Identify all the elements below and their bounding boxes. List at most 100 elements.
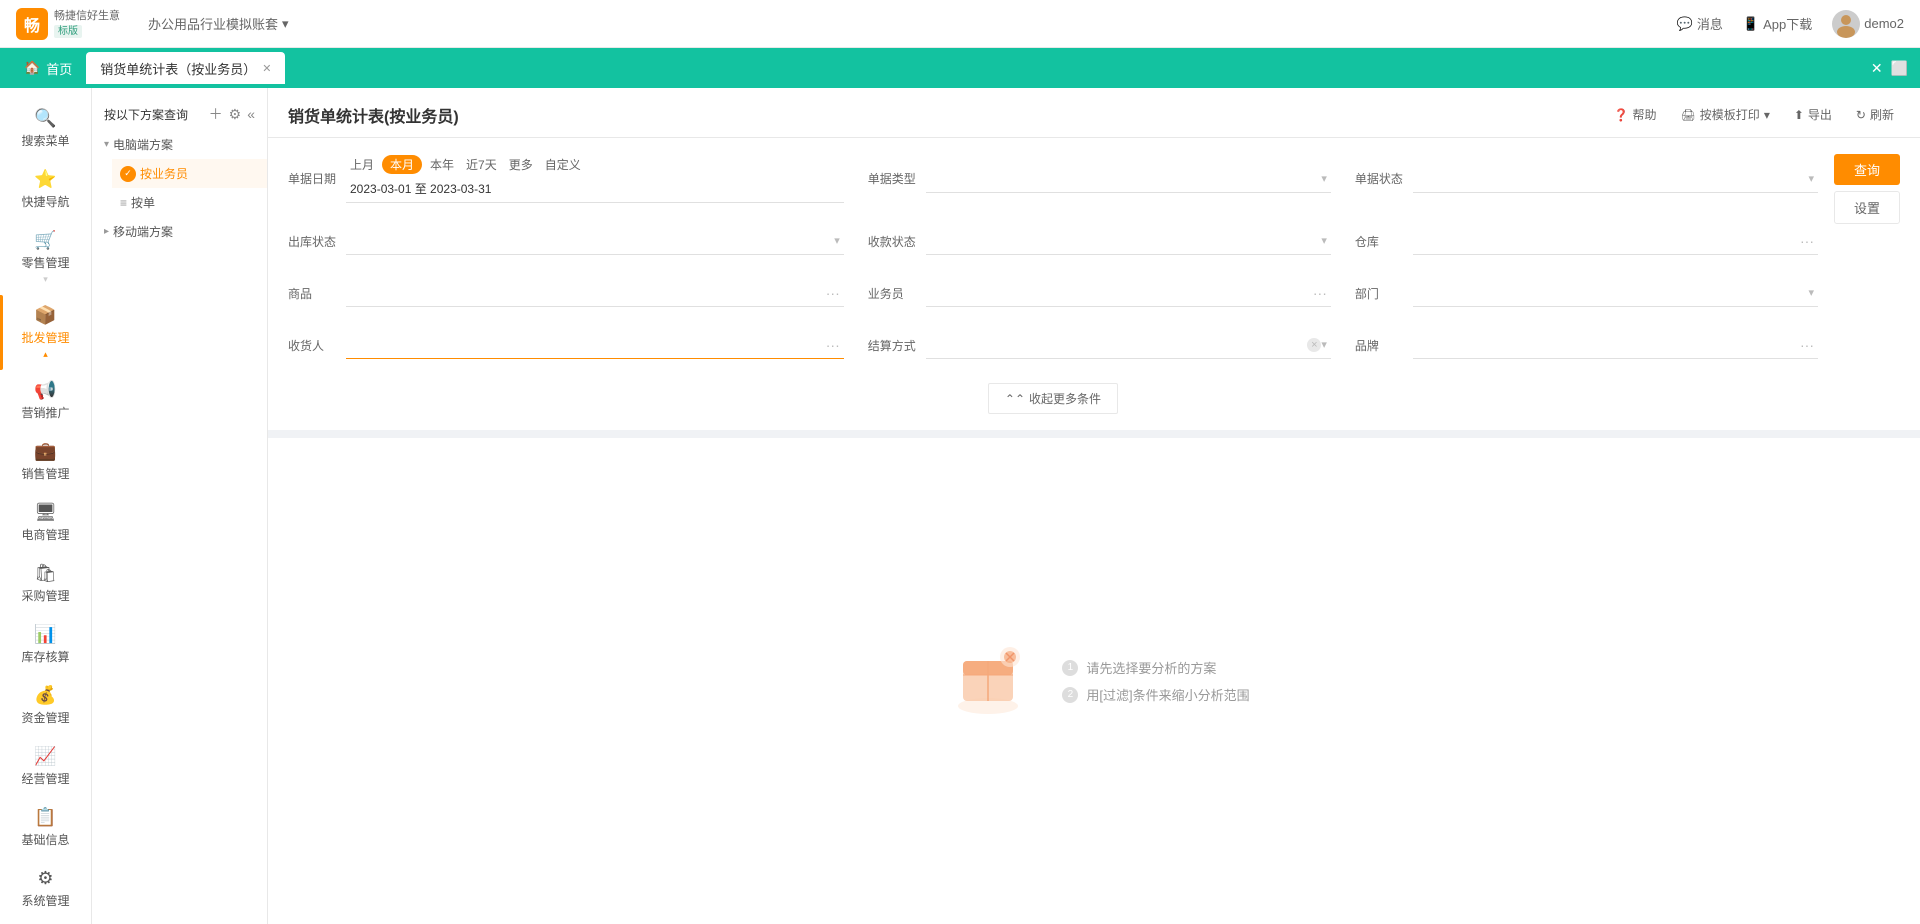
sidebar-item-search-menu[interactable]: 🔍 搜索菜单 xyxy=(0,98,91,159)
receiver-dots-icon[interactable]: ··· xyxy=(826,337,840,353)
filter-row-4: 收货人 ··· 结算方式 × xyxy=(288,331,1818,359)
receiver-input[interactable]: ··· xyxy=(346,331,844,359)
order-status-dropdown-icon[interactable]: ▾ xyxy=(1808,172,1814,185)
order-type-dropdown-icon[interactable]: ▾ xyxy=(1321,172,1327,185)
tree-item-by-order[interactable]: ≡ 按单 xyxy=(112,188,267,217)
out-status-input[interactable]: ▾ xyxy=(346,227,844,255)
collapse-panel-icon[interactable]: « xyxy=(247,106,255,122)
order-status-input[interactable]: ▾ xyxy=(1413,165,1818,193)
help-btn[interactable]: ❓ 帮助 xyxy=(1608,102,1663,127)
top-nav: 畅 畅捷信好生意 标版 办公用品行业模拟账套 ▾ 💬 消息 📱 App下载 de… xyxy=(0,0,1920,48)
sidebar-item-finance[interactable]: 💰 资金管理 xyxy=(0,675,91,736)
sidebar-item-purchase[interactable]: 🛍 采购管理 xyxy=(0,553,91,614)
purchase-icon: 🛍 xyxy=(34,563,57,584)
reset-button[interactable]: 设置 xyxy=(1834,191,1900,224)
label-tag: 标版 xyxy=(54,25,82,38)
tree-pc-section[interactable]: ▾ 电脑端方案 xyxy=(92,130,267,159)
filter-cell-dept: 部门 ▾ xyxy=(1355,279,1818,307)
message-action[interactable]: 💬 消息 xyxy=(1677,14,1723,33)
operation-icon: 📈 xyxy=(34,746,56,767)
date-tab-this-year[interactable]: 本年 xyxy=(426,154,458,175)
empty-state: 1 请先选择要分析的方案 2 用[过滤]条件来缩小分析范围 xyxy=(938,641,1249,721)
sidebar-item-quick-nav[interactable]: ⭐ 快捷导航 xyxy=(0,159,91,220)
sidebar-item-system[interactable]: ⚙ 系统管理 xyxy=(0,858,91,919)
empty-tip-1: 1 请先选择要分析的方案 xyxy=(1062,658,1249,677)
settlement-dropdown-icon[interactable]: ▾ xyxy=(1321,338,1327,351)
collapse-icon: ▴ xyxy=(43,349,48,360)
out-status-dropdown-icon[interactable]: ▾ xyxy=(834,234,840,247)
date-range-input[interactable]: 2023-03-01 至 2023-03-31 xyxy=(346,175,844,203)
date-range-value: 2023-03-01 至 2023-03-31 xyxy=(350,180,840,197)
goods-dots-icon[interactable]: ··· xyxy=(826,285,840,301)
add-scheme-icon[interactable]: ＋ xyxy=(209,104,223,124)
date-tabs: 上月 本月 本年 近7天 更多 自定义 xyxy=(346,154,585,175)
brand-label: 品牌 xyxy=(1355,337,1405,354)
filter-cell-receiver: 收货人 ··· xyxy=(288,331,868,359)
order-type-input[interactable]: ▾ xyxy=(926,165,1331,193)
avatar xyxy=(1832,10,1860,38)
download-action[interactable]: 📱 App下载 xyxy=(1743,14,1812,33)
goods-input[interactable]: ··· xyxy=(346,279,844,307)
left-panel: 按以下方案查询 ＋ ⚙ « ▾ 电脑端方案 ✓ 按业务员 ≡ 按单 xyxy=(92,88,268,924)
brand-input[interactable]: ··· xyxy=(1413,331,1818,359)
refresh-btn[interactable]: ↻ 刷新 xyxy=(1850,102,1900,127)
settlement-input[interactable]: × ▾ xyxy=(926,331,1331,359)
sidebar-item-ecommerce[interactable]: 🖥 电商管理 xyxy=(0,492,91,553)
sidebar-item-retail[interactable]: 🛒 零售管理 ▾ xyxy=(0,220,91,295)
template-print-btn[interactable]: 🖨 按模板打印 ▾ xyxy=(1675,102,1776,127)
warehouse-label: 仓库 xyxy=(1355,233,1405,250)
ecommerce-icon: 🖥 xyxy=(34,502,57,523)
search-button[interactable]: 查询 xyxy=(1834,154,1900,185)
sidebar-item-marketing[interactable]: 📢 营销推广 xyxy=(0,370,91,431)
close-window-icon[interactable]: ✕ xyxy=(1871,60,1883,77)
settlement-clear-icon[interactable]: × xyxy=(1307,338,1321,352)
salesman-input[interactable]: ··· xyxy=(926,279,1331,307)
sidebar-item-sales[interactable]: 💼 销售管理 xyxy=(0,431,91,492)
system-icon: ⚙ xyxy=(37,868,53,889)
logo-area: 畅 畅捷信好生意 标版 xyxy=(16,8,120,40)
expand-window-icon[interactable]: ⬜ xyxy=(1891,60,1908,77)
salesman-label: 业务员 xyxy=(868,285,918,302)
tab-bar-expand: ✕ ⬜ xyxy=(1871,60,1908,77)
tab-sales-stat[interactable]: 销货单统计表（按业务员） ✕ xyxy=(86,52,285,84)
sidebar-item-wholesale[interactable]: 📦 批发管理 ▴ xyxy=(0,295,91,370)
filter-cell-salesman: 业务员 ··· xyxy=(868,279,1355,307)
settings-scheme-icon[interactable]: ⚙ xyxy=(229,106,242,123)
export-icon: ⬆ xyxy=(1794,108,1804,122)
warehouse-input[interactable]: ··· xyxy=(1413,227,1818,255)
date-tab-last-month[interactable]: 上月 xyxy=(346,154,378,175)
sidebar-item-basic[interactable]: 📋 基础信息 xyxy=(0,797,91,858)
empty-tip-2: 2 用[过滤]条件来缩小分析范围 xyxy=(1062,685,1249,704)
user-profile[interactable]: demo2 xyxy=(1832,10,1904,38)
chevron-print-icon: ▾ xyxy=(1764,108,1770,122)
brand-dots-icon[interactable]: ··· xyxy=(1800,337,1814,353)
tab-close-icon[interactable]: ✕ xyxy=(262,62,271,75)
goods-label: 商品 xyxy=(288,285,338,302)
receipt-status-dropdown-icon[interactable]: ▾ xyxy=(1321,234,1327,247)
sidebar-item-inventory[interactable]: 📊 库存核算 xyxy=(0,614,91,675)
receipt-status-input[interactable]: ▾ xyxy=(926,227,1331,255)
download-icon: 📱 xyxy=(1743,16,1759,32)
filter-cell-brand: 品牌 ··· xyxy=(1355,331,1818,359)
sidebar-item-enterprise[interactable]: 🤝 企业协同 xyxy=(0,919,91,924)
date-tab-more[interactable]: 更多 xyxy=(505,154,537,175)
refresh-icon: ↻ xyxy=(1856,108,1866,122)
wholesale-icon: 📦 xyxy=(34,305,56,326)
date-tab-7days[interactable]: 近7天 xyxy=(462,154,501,175)
export-btn[interactable]: ⬆ 导出 xyxy=(1788,102,1838,127)
sidebar-item-operation[interactable]: 📈 经营管理 xyxy=(0,736,91,797)
tab-home[interactable]: 🏠 首页 xyxy=(10,52,86,84)
logo-text: 畅捷信好生意 标版 xyxy=(54,9,120,38)
date-tab-this-month[interactable]: 本月 xyxy=(382,155,422,174)
dept-dropdown-icon[interactable]: ▾ xyxy=(1808,286,1814,299)
workspace-dropdown[interactable]: 办公用品行业模拟账套 ▾ xyxy=(148,14,289,33)
tree-item-by-staff[interactable]: ✓ 按业务员 xyxy=(112,159,267,188)
collapse-btn[interactable]: ⌃⌃ 收起更多条件 xyxy=(988,383,1118,414)
salesman-dots-icon[interactable]: ··· xyxy=(1313,285,1327,301)
warehouse-dots-icon[interactable]: ··· xyxy=(1800,233,1814,249)
filter-cell-goods: 商品 ··· xyxy=(288,279,868,307)
sidebar: 🔍 搜索菜单 ⭐ 快捷导航 🛒 零售管理 ▾ 📦 批发管理 ▴ 📢 营销推广 💼… xyxy=(0,88,92,924)
date-tab-custom[interactable]: 自定义 xyxy=(541,154,585,175)
dept-input[interactable]: ▾ xyxy=(1413,279,1818,307)
tree-mobile-section[interactable]: ▸ 移动端方案 xyxy=(92,217,267,246)
